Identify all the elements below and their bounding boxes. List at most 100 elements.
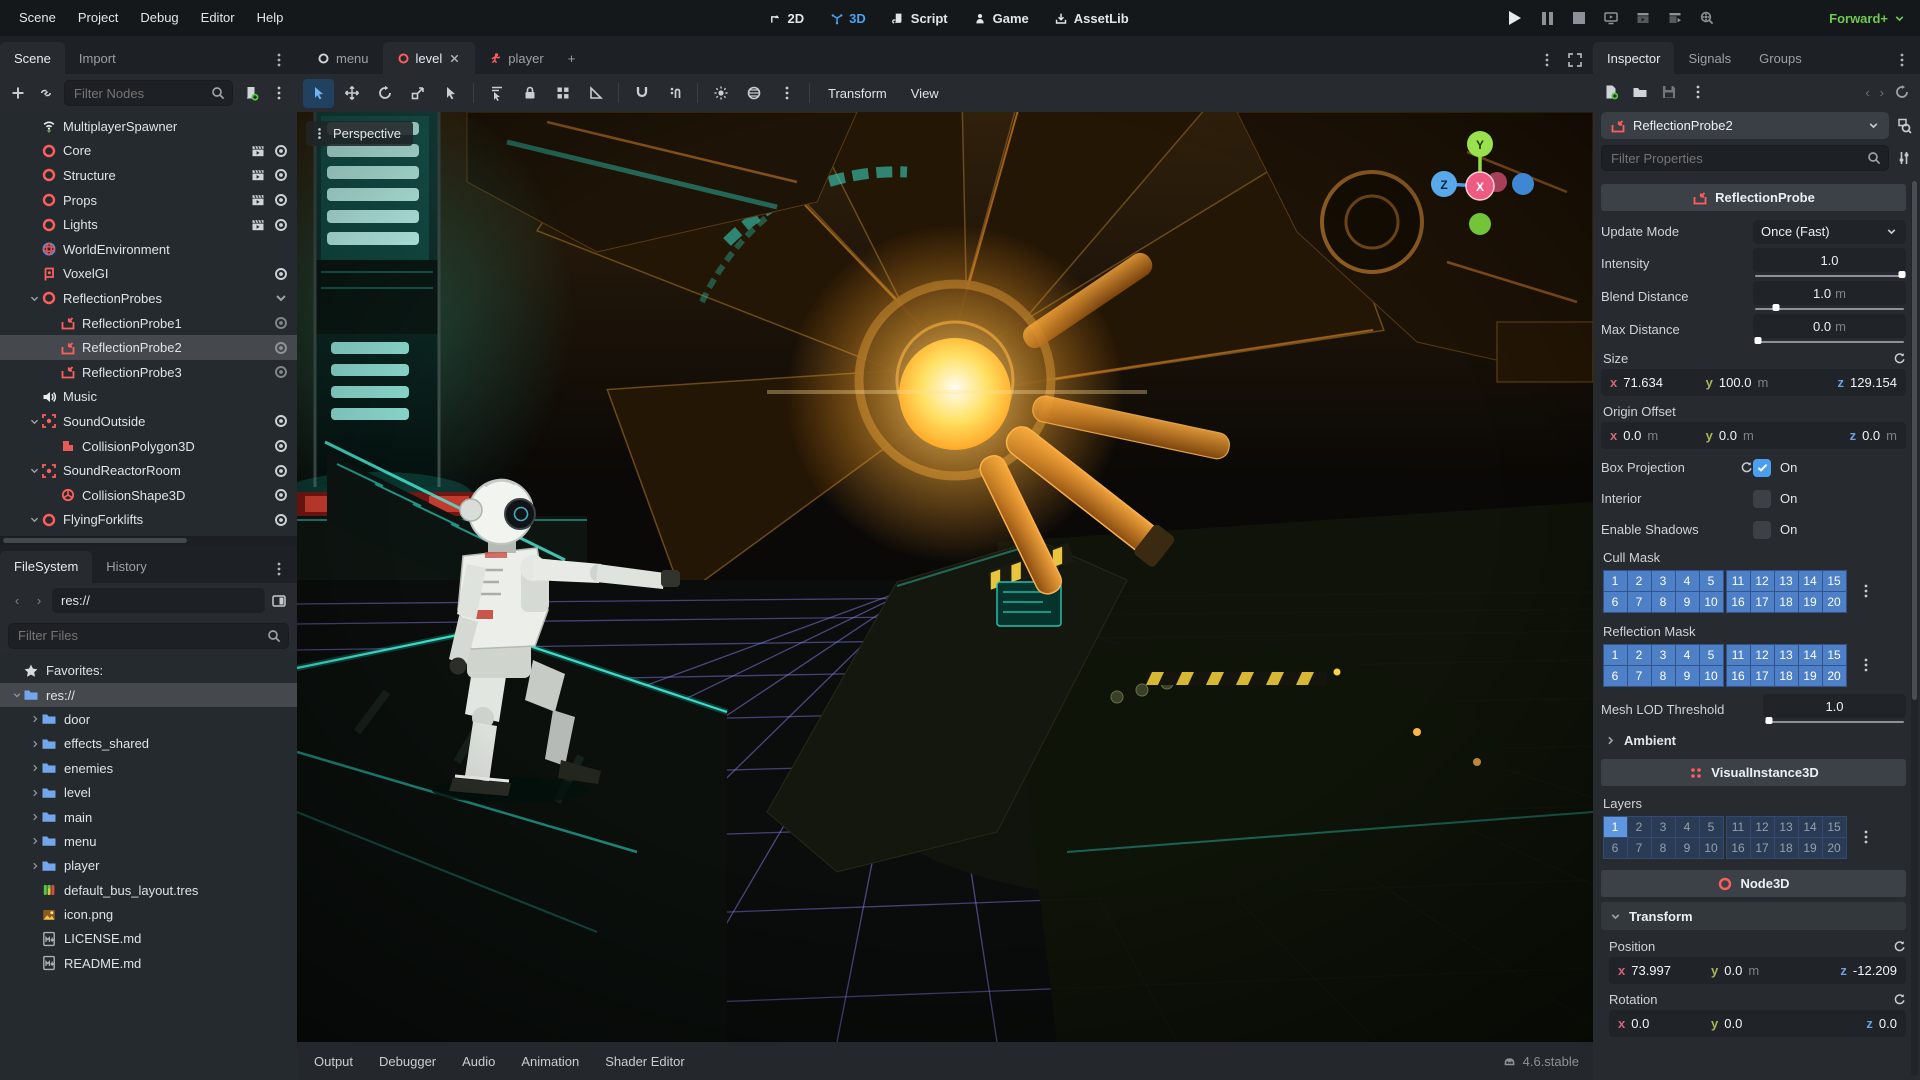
visibility-toggle-icon[interactable] bbox=[273, 315, 289, 331]
expander[interactable] bbox=[27, 416, 41, 427]
inspector-scrollbar[interactable] bbox=[1911, 181, 1918, 1076]
layer-bit-7[interactable]: 7 bbox=[1627, 837, 1652, 859]
file-tree-folder[interactable]: player bbox=[0, 854, 297, 878]
layer-bit-6[interactable]: 6 bbox=[1603, 837, 1628, 859]
visibility-toggle-icon[interactable] bbox=[273, 167, 289, 183]
node-selector[interactable]: ReflectionProbe2 bbox=[1601, 112, 1889, 139]
filter-files-input[interactable] bbox=[8, 623, 289, 649]
layer-bit-19[interactable]: 19 bbox=[1798, 837, 1823, 859]
layer-bit-18[interactable]: 18 bbox=[1774, 665, 1799, 687]
intensity-slider[interactable] bbox=[1755, 275, 1904, 277]
workspace-script[interactable]: Script bbox=[882, 5, 958, 31]
layer-bit-18[interactable]: 18 bbox=[1774, 591, 1799, 613]
visibility-toggle-icon[interactable] bbox=[273, 266, 289, 282]
scene-tree-node[interactable]: MultiplayerSpawner bbox=[0, 114, 297, 139]
layer-bit-16[interactable]: 16 bbox=[1726, 665, 1751, 687]
layer-bit-8[interactable]: 8 bbox=[1651, 665, 1676, 687]
layer-bit-17[interactable]: 17 bbox=[1750, 837, 1775, 859]
layer-bit-12[interactable]: 12 bbox=[1750, 816, 1775, 838]
layer-bit-10[interactable]: 10 bbox=[1699, 591, 1724, 613]
scene-tab-menu[interactable]: menu bbox=[303, 42, 383, 74]
scene-tree-node[interactable]: ReflectionProbe2 bbox=[0, 335, 297, 360]
tab-groups[interactable]: Groups bbox=[1745, 42, 1816, 74]
scene-tab-player[interactable]: player bbox=[475, 42, 557, 74]
history-icon[interactable] bbox=[1894, 84, 1910, 100]
history-forward-icon[interactable]: › bbox=[1880, 85, 1884, 100]
new-resource-icon[interactable] bbox=[1603, 84, 1619, 100]
mesh-lod-threshold-field[interactable]: 1.0 bbox=[1763, 694, 1906, 718]
scene-tree-hscrollbar[interactable] bbox=[0, 536, 297, 545]
ruler-tool-button[interactable] bbox=[580, 79, 611, 108]
open-instanced-scene-icon[interactable] bbox=[250, 143, 266, 159]
scene-tree-node[interactable]: Music bbox=[0, 385, 297, 410]
scene-tree-node[interactable]: ReflectionProbe1 bbox=[0, 311, 297, 336]
position-vector-field[interactable]: x73.997 y0.0m z-12.209 bbox=[1609, 957, 1906, 984]
scene-tree-node[interactable]: Structure bbox=[0, 163, 297, 188]
selection-list-tool-button[interactable] bbox=[435, 79, 466, 108]
max-distance-slider[interactable] bbox=[1755, 341, 1904, 343]
layer-bit-8[interactable]: 8 bbox=[1651, 837, 1676, 859]
layer-bit-10[interactable]: 10 bbox=[1699, 665, 1724, 687]
layer-bit-6[interactable]: 6 bbox=[1603, 591, 1628, 613]
bottom-panel-debugger[interactable]: Debugger bbox=[366, 1042, 449, 1080]
scene-tree-node[interactable]: SoundReactorRoom bbox=[0, 458, 297, 483]
visibility-toggle-icon[interactable] bbox=[273, 217, 289, 233]
class-category-header[interactable]: ReflectionProbe bbox=[1601, 184, 1906, 211]
scene-tree-node[interactable]: Lights bbox=[0, 212, 297, 237]
layer-bit-16[interactable]: 16 bbox=[1726, 591, 1751, 613]
view-axis-gizmo[interactable]: Y Z X bbox=[1423, 124, 1541, 242]
menu-help[interactable]: Help bbox=[246, 5, 295, 31]
filter-properties-input[interactable] bbox=[1601, 145, 1889, 171]
file-tree-item[interactable]: icon.png bbox=[0, 902, 297, 926]
group-tool-button[interactable] bbox=[547, 79, 578, 108]
layer-bit-9[interactable]: 9 bbox=[1675, 665, 1700, 687]
layer-bit-17[interactable]: 17 bbox=[1750, 591, 1775, 613]
movie-maker-button[interactable] bbox=[1698, 9, 1716, 27]
layer-bit-3[interactable]: 3 bbox=[1651, 570, 1676, 592]
mask-menu-icon[interactable] bbox=[1858, 657, 1874, 673]
layer-bit-20[interactable]: 20 bbox=[1822, 591, 1847, 613]
scene-tree-node[interactable]: VoxelGI bbox=[0, 262, 297, 287]
mesh-lod-threshold-slider[interactable] bbox=[1765, 721, 1904, 723]
visibility-toggle-icon[interactable] bbox=[273, 413, 289, 429]
origin-offset-vector-field[interactable]: x0.0m y0.0m z0.0m bbox=[1601, 422, 1906, 449]
intensity-field[interactable]: 1.0 bbox=[1753, 248, 1906, 272]
viewport-menu-transform[interactable]: Transform bbox=[817, 86, 898, 101]
layer-bit-11[interactable]: 11 bbox=[1726, 570, 1751, 592]
dock-menu-icon[interactable] bbox=[271, 561, 287, 577]
layer-bit-3[interactable]: 3 bbox=[1651, 816, 1676, 838]
node3d-category-header[interactable]: Node3D bbox=[1601, 870, 1906, 897]
renderer-selector[interactable]: Forward+ bbox=[1829, 0, 1906, 36]
layer-bit-1[interactable]: 1 bbox=[1603, 644, 1628, 666]
scene-tree-node[interactable]: CollisionPolygon3D bbox=[0, 434, 297, 459]
layer-bit-2[interactable]: 2 bbox=[1627, 644, 1652, 666]
revert-icon[interactable] bbox=[1893, 352, 1906, 365]
scene-tree-node[interactable]: CollisionShape3D bbox=[0, 483, 297, 508]
layer-bit-8[interactable]: 8 bbox=[1651, 591, 1676, 613]
mask-menu-icon[interactable] bbox=[1858, 583, 1874, 599]
layer-bit-4[interactable]: 4 bbox=[1675, 570, 1700, 592]
layer-bit-12[interactable]: 12 bbox=[1750, 570, 1775, 592]
open-instanced-scene-icon[interactable] bbox=[250, 167, 266, 183]
scene-tree-node[interactable]: Props bbox=[0, 188, 297, 213]
layer-bit-20[interactable]: 20 bbox=[1822, 837, 1847, 859]
enable-shadows-checkbox[interactable] bbox=[1753, 521, 1771, 539]
update-mode-dropdown[interactable]: Once (Fast) bbox=[1753, 220, 1906, 244]
split-view-button[interactable] bbox=[269, 589, 289, 613]
layer-bit-11[interactable]: 11 bbox=[1726, 644, 1751, 666]
size-vector-field[interactable]: x71.634 y100.0m z129.154 bbox=[1601, 369, 1906, 396]
scene-tree-node[interactable]: ReflectionProbes bbox=[0, 286, 297, 311]
visibility-toggle-icon[interactable] bbox=[273, 438, 289, 454]
layer-bit-3[interactable]: 3 bbox=[1651, 644, 1676, 666]
filter-nodes-input[interactable] bbox=[64, 80, 233, 106]
expander[interactable] bbox=[27, 465, 41, 476]
layer-bit-2[interactable]: 2 bbox=[1627, 816, 1652, 838]
visibility-toggle-icon[interactable] bbox=[273, 512, 289, 528]
visibility-toggle-icon[interactable] bbox=[273, 364, 289, 380]
tab-menu-icon[interactable] bbox=[1539, 52, 1555, 68]
layer-bit-10[interactable]: 10 bbox=[1699, 837, 1724, 859]
workspace-2d[interactable]: 2D bbox=[759, 5, 815, 31]
file-tree-item[interactable]: default_bus_layout.tres bbox=[0, 878, 297, 902]
layer-bit-14[interactable]: 14 bbox=[1798, 644, 1823, 666]
max-distance-field[interactable]: 0.0m bbox=[1753, 314, 1906, 338]
